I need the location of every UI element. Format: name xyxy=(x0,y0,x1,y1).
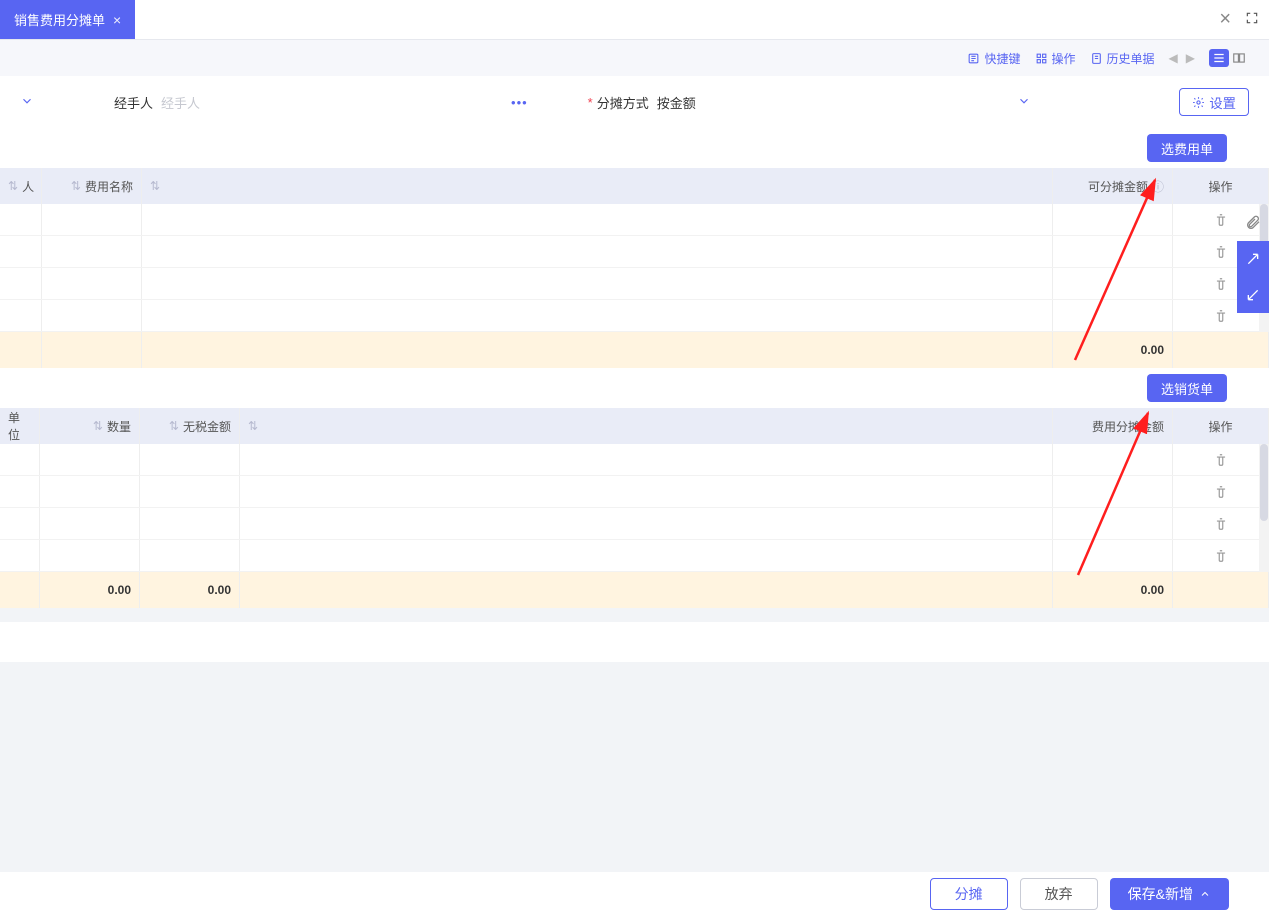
table-row[interactable] xyxy=(0,508,1269,540)
view-toggle[interactable] xyxy=(1209,49,1249,67)
handler-input[interactable]: 经手人 xyxy=(161,93,511,112)
th-ops2: 操作 xyxy=(1173,408,1269,444)
total-alloc2: 0.00 xyxy=(1053,572,1173,608)
window-close-icon[interactable]: × xyxy=(1219,8,1231,31)
th-col0: ⇅人 xyxy=(0,168,42,204)
info-icon[interactable]: ⓘ xyxy=(1152,178,1164,195)
nav-prev-icon[interactable]: ◀ xyxy=(1169,51,1178,65)
table1-actions: 选费用单 xyxy=(0,128,1269,168)
table-row[interactable] xyxy=(0,204,1269,236)
tab-title: 销售费用分摊单 xyxy=(14,10,105,29)
select-sales-button[interactable]: 选销货单 xyxy=(1147,374,1227,402)
fullscreen-icon[interactable] xyxy=(1245,11,1259,28)
window-controls: × xyxy=(1219,0,1269,39)
history-nav: ◀ ▶ xyxy=(1169,51,1195,65)
expense-table: ⇅人 ⇅费用名称 ⇅ 可分摊金额ⓘ 操作 0.00 xyxy=(0,168,1269,368)
save-new-button[interactable]: 保存&新增 xyxy=(1110,878,1229,910)
sales-table-header: 单位 ⇅数量 ⇅无税金额 ⇅ 费用分摊金额 操作 xyxy=(0,408,1269,444)
total-notax: 0.00 xyxy=(140,572,240,608)
total-alloc-amount: 0.00 xyxy=(1053,332,1173,368)
settings-button[interactable]: 设置 xyxy=(1179,88,1249,116)
side-dock xyxy=(1237,205,1269,313)
delete-row-icon[interactable] xyxy=(1173,540,1269,571)
th-unit[interactable]: 单位 xyxy=(0,408,40,444)
table-row[interactable] xyxy=(0,236,1269,268)
th-expense-name[interactable]: ⇅费用名称 xyxy=(42,168,142,204)
method-select[interactable]: 按金额 xyxy=(657,93,1017,112)
th-qty[interactable]: ⇅数量 xyxy=(40,408,140,444)
save-new-label: 保存&新增 xyxy=(1128,884,1193,904)
sales-table: 单位 ⇅数量 ⇅无税金额 ⇅ 费用分摊金额 操作 0.00 0.00 0.00 xyxy=(0,408,1269,608)
delete-row-icon[interactable] xyxy=(1173,444,1269,475)
shortcut-button[interactable]: 快捷键 xyxy=(967,50,1020,67)
expense-table-footer: 0.00 xyxy=(0,332,1269,368)
table-row[interactable] xyxy=(0,268,1269,300)
view-card-icon[interactable] xyxy=(1229,49,1249,67)
required-star: * xyxy=(588,95,593,110)
notes-area xyxy=(0,622,1269,662)
view-list-icon[interactable] xyxy=(1209,49,1229,67)
th-ops: 操作 xyxy=(1173,168,1269,204)
nav-next-icon[interactable]: ▶ xyxy=(1186,51,1195,65)
th-blank: ⇅ xyxy=(142,168,1053,204)
handler-label: 经手人 xyxy=(114,93,153,112)
delete-row-icon[interactable] xyxy=(1173,508,1269,539)
table-row[interactable] xyxy=(0,444,1269,476)
settings-label: 设置 xyxy=(1209,93,1236,112)
table-row[interactable] xyxy=(0,300,1269,332)
expand-out-icon[interactable] xyxy=(1237,241,1269,277)
th-alloc2[interactable]: 费用分摊金额 xyxy=(1053,408,1173,444)
discard-button[interactable]: 放弃 xyxy=(1020,878,1098,910)
th-blank2: ⇅ xyxy=(240,408,1053,444)
history-button[interactable]: 历史单据 xyxy=(1090,50,1155,67)
sales-table-footer: 0.00 0.00 0.00 xyxy=(0,572,1269,608)
th-notax[interactable]: ⇅无税金额 xyxy=(140,408,240,444)
operate-button[interactable]: 操作 xyxy=(1035,50,1076,67)
expense-table-body xyxy=(0,204,1269,332)
sales-table-body xyxy=(0,444,1269,572)
handler-more-icon[interactable]: ••• xyxy=(511,95,528,110)
select-expense-button[interactable]: 选费用单 xyxy=(1147,134,1227,162)
th-alloc-amount[interactable]: 可分摊金额ⓘ xyxy=(1053,168,1173,204)
expand-in-icon[interactable] xyxy=(1237,277,1269,313)
allocate-button[interactable]: 分摊 xyxy=(930,878,1008,910)
attachment-icon[interactable] xyxy=(1237,205,1269,241)
table2-actions: 选销货单 xyxy=(0,368,1269,408)
table-row[interactable] xyxy=(0,476,1269,508)
chevron-down-icon[interactable] xyxy=(20,94,34,111)
tab-bar: 销售费用分摊单 × × xyxy=(0,0,1269,40)
total-qty: 0.00 xyxy=(40,572,140,608)
footer-actions: 分摊 放弃 保存&新增 xyxy=(0,872,1269,916)
close-icon[interactable]: × xyxy=(113,12,121,28)
delete-row-icon[interactable] xyxy=(1173,476,1269,507)
shortcut-label: 快捷键 xyxy=(984,50,1020,67)
form-header: 经手人 经手人 ••• * 分摊方式 按金额 设置 xyxy=(0,76,1269,128)
history-label: 历史单据 xyxy=(1107,50,1155,67)
expense-table-header: ⇅人 ⇅费用名称 ⇅ 可分摊金额ⓘ 操作 xyxy=(0,168,1269,204)
method-chevron-down-icon[interactable] xyxy=(1017,94,1031,111)
table2-scrollbar[interactable] xyxy=(1259,444,1269,572)
table-row[interactable] xyxy=(0,540,1269,572)
action-toolbar: 快捷键 操作 历史单据 ◀ ▶ xyxy=(0,40,1269,76)
method-label: 分摊方式 xyxy=(597,93,649,112)
operate-label: 操作 xyxy=(1052,50,1076,67)
tab-sales-allocation[interactable]: 销售费用分摊单 × xyxy=(0,0,135,39)
